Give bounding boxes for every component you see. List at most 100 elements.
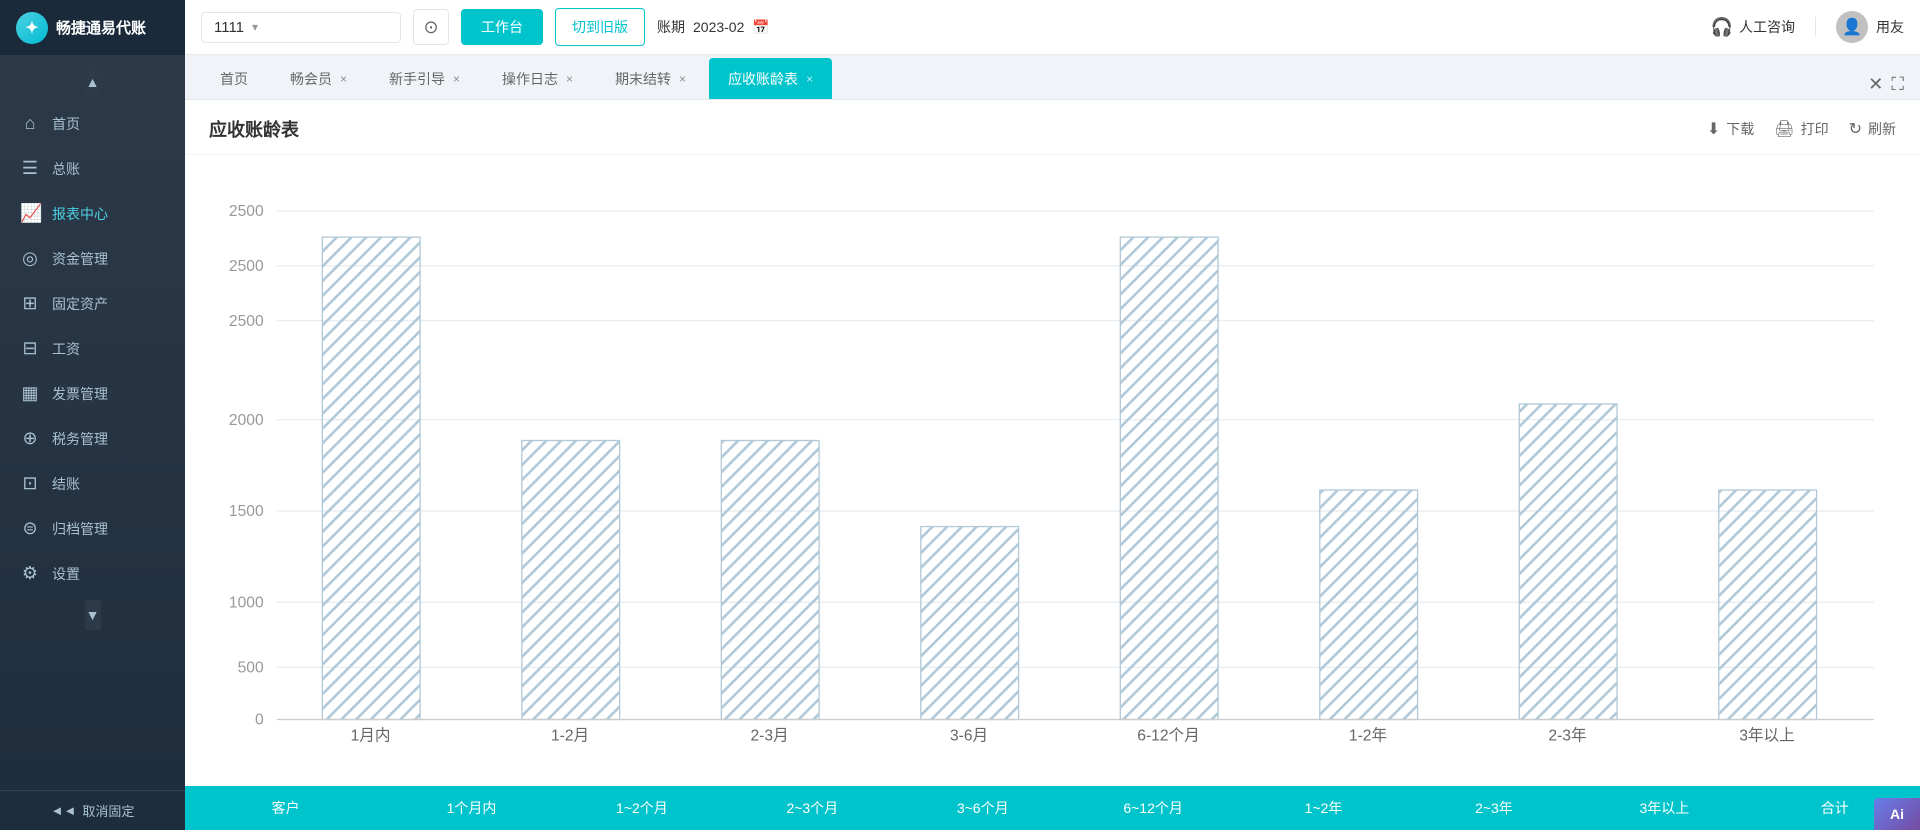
th-6-12month: 6~12个月 [1068,798,1238,818]
svg-text:1500: 1500 [229,503,264,520]
bar-3-6month [921,527,1019,720]
content-actions: ⬇ 下载 🖨 打印 ↻ 刷新 [1707,119,1896,139]
th-1month: 1个月内 [386,798,556,818]
logo-icon: ✦ [16,12,48,44]
sidebar-cancel-fixed[interactable]: ◄◄ 取消固定 [0,790,185,830]
salary-icon: ⊟ [20,338,40,359]
svg-text:1月内: 1月内 [351,726,391,744]
header: 1111 ▾ ⊙ 工作台 切到旧版 账期 2023-02 📅 🎧 人工咨询 [185,0,1920,55]
download-button[interactable]: ⬇ 下载 [1707,119,1754,139]
sidebar-scroll-down-btn[interactable]: ▼ [85,600,101,630]
sidebar-item-closing-label: 结账 [52,474,80,494]
th-2-3month: 2~3个月 [727,798,897,818]
svg-text:1-2月: 1-2月 [551,727,589,744]
tab-log-close[interactable]: × [566,72,573,86]
closing-icon: ⊡ [20,473,40,494]
refresh-button[interactable]: ↻ 刷新 [1849,119,1896,139]
tab-home[interactable]: 首页 [201,58,267,99]
bar-2-3year [1519,404,1617,720]
sidebar-scroll-up: ▲ [0,63,185,101]
header-divider [1815,17,1816,37]
sidebar-item-settings[interactable]: ⚙ 设置 [0,551,185,596]
sidebar-item-ledger-label: 总账 [52,159,80,179]
user-menu[interactable]: 👤 用友 [1836,11,1904,43]
company-arrow-icon: ▾ [252,20,258,34]
sidebar-item-archive[interactable]: ⊜ 归档管理 [0,506,185,551]
sidebar-item-finance-label: 资金管理 [52,249,108,269]
sidebar-item-salary[interactable]: ⊟ 工资 [0,326,185,371]
download-label: 下载 [1726,119,1754,139]
tab-aging-close[interactable]: × [806,72,813,86]
sidebar-item-home[interactable]: ⌂ 首页 [0,101,185,146]
content-area: 应收账龄表 ⬇ 下载 🖨 打印 ↻ 刷新 [185,100,1920,830]
workbench-button[interactable]: 工作台 [461,9,543,45]
sidebar-item-tax[interactable]: ⊕ 税务管理 [0,416,185,461]
svg-text:1000: 1000 [229,594,264,611]
tab-log[interactable]: 操作日志 × [483,58,592,99]
copy-icon-btn[interactable]: ⊙ [413,9,449,45]
sidebar-logo: ✦ 畅捷通易代账 [0,0,185,55]
print-button[interactable]: 🖨 打印 [1774,119,1828,139]
tab-guide-close[interactable]: × [453,72,460,86]
sidebar-item-invoice[interactable]: ▦ 发票管理 [0,371,185,416]
period-value: 2023-02 [693,19,744,35]
sidebar-item-assets[interactable]: ⊞ 固定资产 [0,281,185,326]
sidebar-item-home-label: 首页 [52,114,80,134]
tab-closing-label: 期末结转 [615,69,671,89]
avatar-icon: 👤 [1842,17,1862,37]
th-1-2month: 1~2个月 [557,798,727,818]
tax-icon: ⊕ [20,428,40,449]
print-label: 打印 [1801,119,1829,139]
sidebar-item-report[interactable]: 📈 报表中心 [0,191,185,236]
headphone-icon: 🎧 [1711,17,1733,38]
sidebar-item-invoice-label: 发票管理 [52,384,108,404]
svg-text:3-6月: 3-6月 [950,727,988,744]
tab-fullscreen-btn[interactable]: ⛶ [1891,74,1904,95]
service-label: 人工咨询 [1739,17,1795,37]
tab-guide[interactable]: 新手引导 × [370,58,479,99]
sidebar-item-closing[interactable]: ⊡ 结账 [0,461,185,506]
bar-1-2month [522,441,620,720]
finance-icon: ◎ [20,248,40,269]
tab-closing[interactable]: 期末结转 × [596,58,705,99]
download-icon: ⬇ [1707,119,1720,139]
cancel-fixed-icon: ◄◄ [51,803,77,818]
report-icon: 📈 [20,203,40,224]
tab-guide-label: 新手引导 [389,69,445,89]
tab-closing-close[interactable]: × [679,72,686,86]
tab-member[interactable]: 畅会员 × [271,58,366,99]
svg-text:2500: 2500 [229,258,264,275]
sidebar-scroll-up-btn[interactable]: ▲ [85,67,101,97]
th-3-6month: 3~6个月 [898,798,1068,818]
sidebar-item-tax-label: 税务管理 [52,429,108,449]
th-customer: 客户 [185,798,386,818]
sidebar-item-archive-label: 归档管理 [52,519,108,539]
refresh-icon: ↻ [1849,119,1862,139]
tab-expand-btn[interactable]: ✕ [1868,74,1883,95]
th-2-3year: 2~3年 [1409,798,1579,818]
copy-icon: ⊙ [423,17,438,38]
home-icon: ⌂ [20,113,40,134]
sidebar-item-ledger[interactable]: ☰ 总账 [0,146,185,191]
sidebar-scroll-down: ▼ [0,596,185,634]
company-selector[interactable]: 1111 ▾ [201,12,401,43]
period-selector[interactable]: 账期 2023-02 📅 [657,17,770,37]
svg-text:3年以上: 3年以上 [1739,726,1795,744]
service-btn[interactable]: 🎧 人工咨询 [1711,17,1795,38]
ai-badge[interactable]: Ai [1874,798,1920,830]
tab-member-close[interactable]: × [340,72,347,86]
sidebar-nav: ▲ ⌂ 首页 ☰ 总账 📈 报表中心 ◎ 资金管理 ⊞ 固定资产 [0,55,185,790]
bar-6-12month [1120,237,1218,719]
sidebar-item-finance[interactable]: ◎ 资金管理 [0,236,185,281]
tab-aging[interactable]: 应收账龄表 × [709,58,832,99]
sidebar-item-settings-label: 设置 [52,564,80,584]
svg-text:6-12个月: 6-12个月 [1137,726,1200,744]
tab-member-label: 畅会员 [290,69,332,89]
switch-version-button[interactable]: 切到旧版 [555,8,645,46]
th-1-2year: 1~2年 [1238,798,1408,818]
user-avatar: 👤 [1836,11,1868,43]
calendar-icon: 📅 [752,19,769,36]
tab-home-label: 首页 [220,69,248,89]
sidebar-item-salary-label: 工资 [52,339,80,359]
svg-text:500: 500 [238,660,264,677]
